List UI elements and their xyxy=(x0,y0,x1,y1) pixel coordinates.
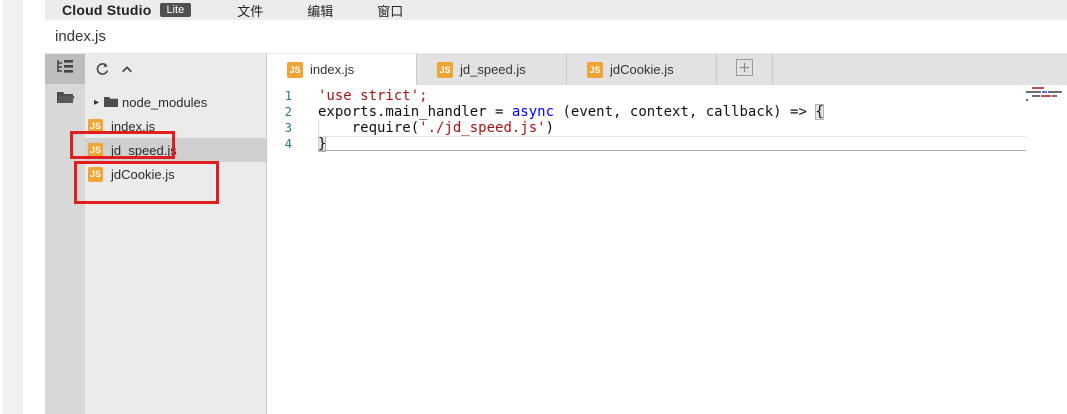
breadcrumb-filename: index.js xyxy=(55,28,106,45)
tree-item-node_modules[interactable]: ▸ node_modules xyxy=(85,90,266,114)
main-area: ▸ node_modules JS index.js JS jd_speed.js JS jd… xyxy=(45,54,1067,414)
refresh-icon[interactable] xyxy=(94,62,110,78)
tab-bar: JS index.js JS jd_speed.js JS jdCookie.js xyxy=(267,54,1067,85)
file-tree: ▸ node_modules JS index.js JS jd_speed.js JS jd… xyxy=(85,85,266,186)
tab-label: jd_speed.js xyxy=(460,62,526,77)
code-editor[interactable]: 1'use strict';2exports.main_handler = as… xyxy=(267,85,1067,414)
tree-item-label: jdCookie.js xyxy=(111,167,175,182)
cloud-studio-app: Cloud Studio Lite 文件 编辑 窗口 index.js xyxy=(45,0,1067,414)
code-text: require('./jd_speed.js') xyxy=(318,120,554,136)
line-number: 4 xyxy=(267,136,318,152)
minimap-line xyxy=(1026,91,1067,93)
tree-item-jdCookie.js[interactable]: JS jdCookie.js xyxy=(85,162,266,186)
line-number: 2 xyxy=(267,104,318,120)
menu-item[interactable]: 编辑 xyxy=(307,1,333,20)
code-line-1[interactable]: 1'use strict'; xyxy=(267,88,1067,104)
lite-badge: Lite xyxy=(160,3,192,17)
js-file-icon: JS xyxy=(437,62,453,78)
breadcrumb: index.js xyxy=(45,20,1067,54)
explorer-view-button[interactable] xyxy=(45,54,85,84)
open-folder-icon xyxy=(56,90,75,109)
folder-icon xyxy=(104,96,118,108)
tree-item-label: node_modules xyxy=(122,95,207,110)
line-number: 1 xyxy=(267,88,318,104)
tab-jdCookie.js[interactable]: JS jdCookie.js xyxy=(567,54,717,85)
line-number: 3 xyxy=(267,120,318,136)
minimap-line xyxy=(1026,99,1067,101)
code-line-2[interactable]: 2exports.main_handler = async (event, co… xyxy=(267,104,1067,120)
code-text: exports.main_handler = async (event, con… xyxy=(318,104,824,120)
tab-label: jdCookie.js xyxy=(610,62,674,77)
tree-item-label: index.js xyxy=(111,119,155,134)
activity-bar xyxy=(45,54,85,414)
code-lines: 1'use strict';2exports.main_handler = as… xyxy=(267,88,1067,152)
tree-item-index.js[interactable]: JS index.js xyxy=(85,114,266,138)
tree-item-jd_speed.js[interactable]: JS jd_speed.js xyxy=(85,138,266,162)
new-tab-button[interactable] xyxy=(717,54,773,85)
explorer-toolbar xyxy=(85,54,266,85)
js-file-icon: JS xyxy=(88,167,103,182)
menu-bar: 文件 编辑 窗口 xyxy=(237,1,447,20)
tab-label: index.js xyxy=(310,62,354,77)
menu-item[interactable]: 文件 xyxy=(237,1,263,20)
file-explorer-panel: ▸ node_modules JS index.js JS jd_speed.js JS jd… xyxy=(85,54,266,414)
js-file-icon: JS xyxy=(587,62,603,78)
code-line-4[interactable]: 4} xyxy=(267,136,1067,152)
editor-column: JS index.js JS jd_speed.js JS jdCookie.js 1'u… xyxy=(266,54,1067,414)
app-logo: Cloud Studio xyxy=(62,2,152,18)
js-file-icon: JS xyxy=(287,62,303,78)
menu-item[interactable]: 窗口 xyxy=(377,1,403,20)
minimap[interactable] xyxy=(1026,87,1067,103)
js-file-icon: JS xyxy=(88,143,103,158)
file-tree-icon xyxy=(56,59,74,79)
twisty-collapsed-icon[interactable]: ▸ xyxy=(94,97,104,108)
page-left-margin-strip xyxy=(3,0,23,414)
code-text: 'use strict'; xyxy=(318,88,428,104)
minimap-line xyxy=(1026,87,1067,89)
plus-icon xyxy=(736,59,753,81)
page: Cloud Studio Lite 文件 编辑 窗口 index.js xyxy=(0,0,1067,414)
collapse-all-icon[interactable] xyxy=(119,62,135,78)
tree-item-label: jd_speed.js xyxy=(111,143,177,158)
top-menu-bar: Cloud Studio Lite 文件 编辑 窗口 xyxy=(45,0,1067,20)
workspace-view-button[interactable] xyxy=(45,84,85,114)
tab-jd_speed.js[interactable]: JS jd_speed.js xyxy=(417,54,567,85)
tab-index.js[interactable]: JS index.js xyxy=(267,54,417,85)
code-text: } xyxy=(318,136,326,152)
minimap-line xyxy=(1026,95,1067,97)
js-file-icon: JS xyxy=(88,119,103,134)
code-line-3[interactable]: 3 require('./jd_speed.js') xyxy=(267,120,1067,136)
